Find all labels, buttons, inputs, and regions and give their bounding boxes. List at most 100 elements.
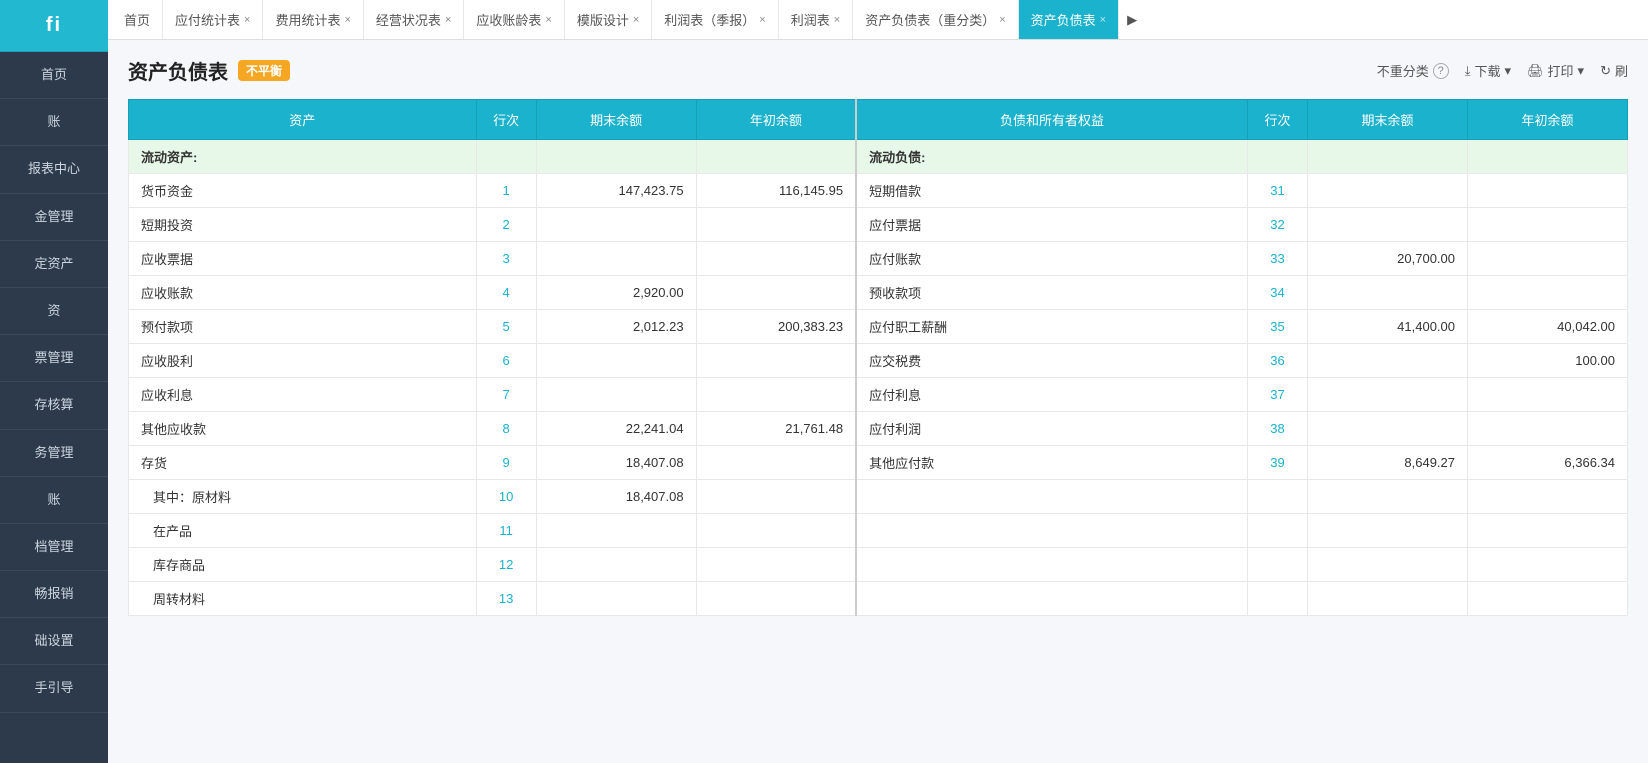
cell-row-num: 9 xyxy=(476,446,536,480)
tab-template[interactable]: 模版设计 × xyxy=(565,0,652,40)
sidebar-item-fixedassets[interactable]: 定资产 xyxy=(0,241,108,288)
cell-row-num: 3 xyxy=(476,242,536,276)
cell-asset[interactable]: 应收账款 xyxy=(129,276,477,310)
tab-profit[interactable]: 利润表 × xyxy=(779,0,853,40)
cell-asset[interactable]: 货币资金 xyxy=(129,174,477,208)
tab-balance[interactable]: 资产负债表 × xyxy=(1019,0,1119,40)
sidebar-item-home[interactable]: 首页 xyxy=(0,52,108,99)
header-row-num: 行次 xyxy=(476,100,536,140)
cell-liability[interactable]: 预收款项 xyxy=(856,276,1247,310)
page-actions: 不重分类 ? ⤓ 下载 ▾ 🖨 打印 ▾ ↻ 刷 xyxy=(1377,61,1628,80)
tab-balance-reclassify[interactable]: 资产负债表（重分类） × xyxy=(853,0,1018,40)
tab-expense-stats[interactable]: 费用统计表 × xyxy=(263,0,363,40)
cell-liability[interactable]: 应付职工薪酬 xyxy=(856,310,1247,344)
cell-row-num: 8 xyxy=(476,412,536,446)
cell-year-start xyxy=(696,208,856,242)
tab-operation[interactable]: 经营状况表 × xyxy=(364,0,464,40)
cell-year-start xyxy=(696,480,856,514)
sidebar-item-务management[interactable]: 务管理 xyxy=(0,430,108,477)
tab-close-template[interactable]: × xyxy=(633,14,639,26)
sidebar-item-cashm[interactable]: 金管理 xyxy=(0,194,108,241)
sidebar-item-expense[interactable]: 畅报销 xyxy=(0,571,108,618)
cell-period-end2[interactable]: 41,400.00 xyxy=(1308,310,1468,344)
tab-close-ar-aging[interactable]: × xyxy=(545,14,551,26)
table-row: 预付款项 5 2,012.23 200,383.23 应付职工薪酬 35 41,… xyxy=(129,310,1628,344)
no-reclassify-toggle[interactable]: 不重分类 ? xyxy=(1377,61,1449,80)
sidebar-item-capital[interactable]: 资 xyxy=(0,288,108,335)
sidebar-item-guide[interactable]: 手引导 xyxy=(0,665,108,712)
refresh-button[interactable]: ↻ 刷 xyxy=(1600,61,1628,80)
cell-year-start[interactable]: 21,761.48 xyxy=(696,412,856,446)
cell-year-start2[interactable]: 100.00 xyxy=(1468,344,1628,378)
cell-period-end[interactable]: 18,407.08 xyxy=(536,446,696,480)
cell-year-start[interactable]: 116,145.95 xyxy=(696,174,856,208)
cell-year-start2[interactable]: 6,366.34 xyxy=(1468,446,1628,480)
cell-liability[interactable]: 应付利息 xyxy=(856,378,1247,412)
cell-liability[interactable]: 短期借款 xyxy=(856,174,1247,208)
cell-asset[interactable]: 预付款项 xyxy=(129,310,477,344)
print-button[interactable]: 🖨 打印 ▾ xyxy=(1527,61,1584,80)
tab-close-payable-stats[interactable]: × xyxy=(244,14,250,26)
cell-row-num: 10 xyxy=(476,480,536,514)
main-area: 首页 应付统计表 × 费用统计表 × 经营状况表 × 应收账龄表 × 模版设计 … xyxy=(108,0,1648,763)
download-button[interactable]: ⤓ 下载 ▾ xyxy=(1465,61,1511,80)
header-row-num2: 行次 xyxy=(1248,100,1308,140)
cell-asset[interactable]: 在产品 xyxy=(129,514,477,548)
cell-period-end xyxy=(536,242,696,276)
cell-liability[interactable]: 其他应付款 xyxy=(856,446,1247,480)
tab-close-expense-stats[interactable]: × xyxy=(344,14,350,26)
cell-period-end[interactable]: 22,241.04 xyxy=(536,412,696,446)
cell-period-end2[interactable]: 20,700.00 xyxy=(1308,242,1468,276)
cell-asset[interactable]: 周转材料 xyxy=(129,582,477,616)
cell-liability[interactable]: 应付利润 xyxy=(856,412,1247,446)
sidebar-item-ledger[interactable]: 账 xyxy=(0,477,108,524)
tab-close-profit[interactable]: × xyxy=(834,14,840,26)
sidebar-item-account[interactable]: 账 xyxy=(0,99,108,146)
help-icon[interactable]: ? xyxy=(1433,63,1449,79)
tab-bar: 首页 应付统计表 × 费用统计表 × 经营状况表 × 应收账龄表 × 模版设计 … xyxy=(108,0,1648,40)
cell-liability[interactable]: 应交税费 xyxy=(856,344,1247,378)
cell-asset[interactable]: 短期投资 xyxy=(129,208,477,242)
cell-asset[interactable]: 存货 xyxy=(129,446,477,480)
cell-asset[interactable]: 其他应收款 xyxy=(129,412,477,446)
cell-asset[interactable]: 其中：原材料 xyxy=(129,480,477,514)
table-row: 应收利息 7 应付利息 37 xyxy=(129,378,1628,412)
content-area: 资产负债表 不平衡 不重分类 ? ⤓ 下载 ▾ 🖨 打印 ▾ xyxy=(108,40,1648,763)
table-row: 在产品 11 xyxy=(129,514,1628,548)
cell-liability[interactable]: 应付票据 xyxy=(856,208,1247,242)
cell-period-end[interactable]: 2,920.00 xyxy=(536,276,696,310)
cell-liability xyxy=(856,480,1247,514)
cell-asset[interactable]: 库存商品 xyxy=(129,548,477,582)
tab-close-balance[interactable]: × xyxy=(1100,14,1106,26)
cell-period-end[interactable]: 147,423.75 xyxy=(536,174,696,208)
cell-period-end[interactable]: 18,407.08 xyxy=(536,480,696,514)
cell-asset[interactable]: 应收股利 xyxy=(129,344,477,378)
cell-asset[interactable]: 应收票据 xyxy=(129,242,477,276)
cell-year-start[interactable]: 200,383.23 xyxy=(696,310,856,344)
cell-row-num2: 38 xyxy=(1248,412,1308,446)
tab-close-operation[interactable]: × xyxy=(445,14,451,26)
tab-payable-stats[interactable]: 应付统计表 × xyxy=(163,0,263,40)
cell-asset[interactable]: 应收利息 xyxy=(129,378,477,412)
sidebar-item-inventory[interactable]: 存核算 xyxy=(0,382,108,429)
tab-profit-quarterly[interactable]: 利润表（季报） × xyxy=(652,0,778,40)
tab-close-profit-quarterly[interactable]: × xyxy=(759,14,765,26)
cell-period-end2 xyxy=(1308,412,1468,446)
sidebar-item-archive[interactable]: 档管理 xyxy=(0,524,108,571)
sidebar-item-settings[interactable]: 础设置 xyxy=(0,618,108,665)
tab-close-balance-reclassify[interactable]: × xyxy=(999,14,1005,26)
cell-liability[interactable]: 流动负债: xyxy=(856,140,1247,174)
download-chevron-icon: ▾ xyxy=(1504,63,1511,79)
cell-period-end2[interactable]: 8,649.27 xyxy=(1308,446,1468,480)
tab-home[interactable]: 首页 xyxy=(112,0,163,40)
cell-row-num2: 32 xyxy=(1248,208,1308,242)
sidebar-item-reports[interactable]: 报表中心 xyxy=(0,146,108,193)
cell-period-end[interactable]: 2,012.23 xyxy=(536,310,696,344)
sidebar-item-bills[interactable]: 票管理 xyxy=(0,335,108,382)
tab-scroll-right[interactable]: ▶ xyxy=(1119,0,1145,40)
cell-liability[interactable]: 应付账款 xyxy=(856,242,1247,276)
tab-ar-aging[interactable]: 应收账龄表 × xyxy=(464,0,564,40)
cell-row-num: 7 xyxy=(476,378,536,412)
cell-year-start2[interactable]: 40,042.00 xyxy=(1468,310,1628,344)
cell-row-num xyxy=(476,140,536,174)
